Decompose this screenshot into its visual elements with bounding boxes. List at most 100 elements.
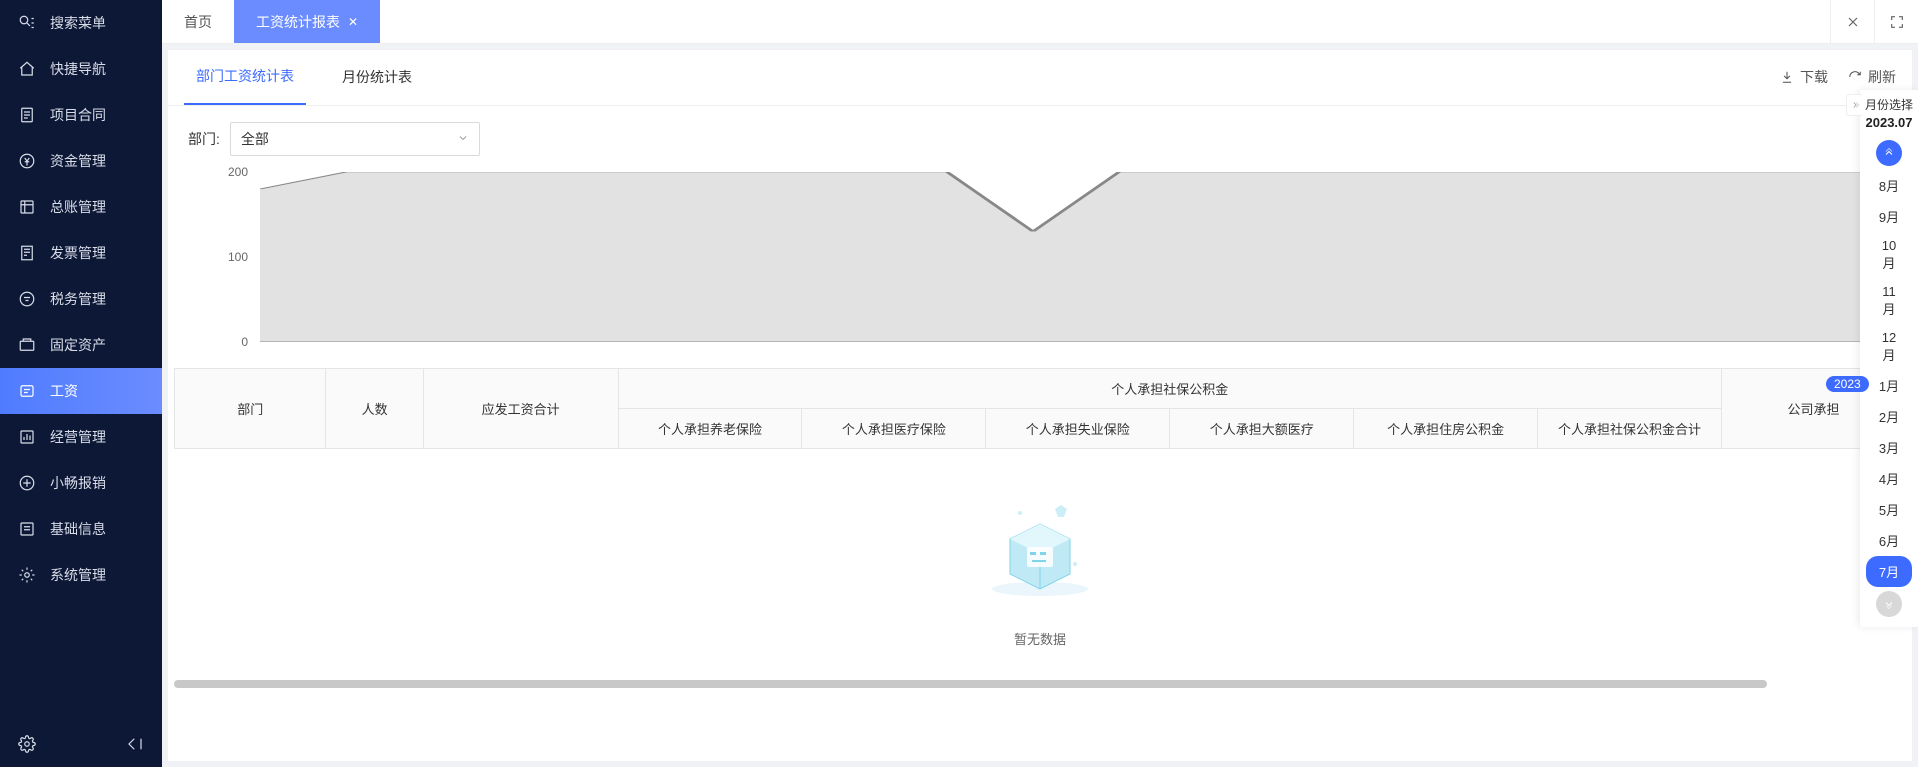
sidebar-item-10[interactable]: 小畅报销 bbox=[0, 460, 162, 506]
dept-select[interactable]: 全部 bbox=[230, 122, 480, 156]
ledger-icon bbox=[18, 198, 36, 216]
sidebar-item-label: 项目合同 bbox=[50, 105, 106, 125]
tabs-bar: 首页 工资统计报表 ✕ bbox=[162, 0, 1918, 44]
dept-select-value: 全部 bbox=[241, 129, 269, 149]
sidebar-item-label: 税务管理 bbox=[50, 289, 106, 309]
table: 部门人数应发工资合计个人承担社保公积金公司承担个人承担养老保险个人承担医疗保险个… bbox=[174, 368, 1906, 449]
close-all-button[interactable] bbox=[1830, 0, 1874, 44]
sidebar-item-2[interactable]: 项目合同 bbox=[0, 92, 162, 138]
home-icon bbox=[18, 60, 36, 78]
system-icon bbox=[18, 566, 36, 584]
month-item[interactable]: 10月 bbox=[1866, 232, 1912, 278]
sub-tabs: 部门工资统计表 月份统计表 下载 刷新 bbox=[168, 50, 1912, 106]
sub-tab-1[interactable]: 月份统计表 bbox=[330, 49, 424, 105]
sidebar-item-4[interactable]: 总账管理 bbox=[0, 184, 162, 230]
chart-ytick: 200 bbox=[188, 165, 248, 179]
table-header: 个人承担失业保险 bbox=[986, 409, 1170, 449]
sidebar-item-label: 固定资产 bbox=[50, 335, 106, 355]
fullscreen-button[interactable] bbox=[1874, 0, 1918, 44]
table-header: 部门 bbox=[175, 369, 326, 449]
month-item[interactable]: 9月 bbox=[1866, 201, 1912, 232]
sidebar-item-label: 资金管理 bbox=[50, 151, 106, 171]
month-scroll-down[interactable] bbox=[1876, 591, 1902, 617]
sub-tab-label: 月份统计表 bbox=[342, 67, 412, 87]
download-label: 下载 bbox=[1800, 67, 1828, 87]
month-panel: 月份选择 2023.07 8月9月10月11月12月20231月2月3月4月5月… bbox=[1860, 90, 1918, 627]
money-icon bbox=[18, 152, 36, 170]
sidebar-item-0[interactable]: 搜索菜单 bbox=[0, 0, 162, 46]
table-header: 个人承担大额医疗 bbox=[1170, 409, 1354, 449]
month-item[interactable]: 2月 bbox=[1866, 401, 1912, 432]
sidebar-item-label: 系统管理 bbox=[50, 565, 106, 585]
tab-1[interactable]: 工资统计报表 ✕ bbox=[234, 0, 380, 43]
month-item[interactable]: 11月 bbox=[1866, 278, 1912, 324]
sub-tab-label: 部门工资统计表 bbox=[196, 66, 294, 86]
sidebar-item-label: 小畅报销 bbox=[50, 473, 106, 493]
search-list-icon bbox=[18, 14, 36, 32]
scrollbar-thumb[interactable] bbox=[174, 680, 1767, 688]
month-item[interactable]: 20231月 bbox=[1866, 370, 1912, 401]
table-header: 个人承担医疗保险 bbox=[802, 409, 986, 449]
sidebar-item-label: 总账管理 bbox=[50, 197, 106, 217]
sub-tab-0[interactable]: 部门工资统计表 bbox=[184, 49, 306, 105]
sidebar-item-8[interactable]: 工资 bbox=[0, 368, 162, 414]
sidebar-item-1[interactable]: 快捷导航 bbox=[0, 46, 162, 92]
refresh-button[interactable]: 刷新 bbox=[1848, 67, 1896, 87]
sidebar-item-3[interactable]: 资金管理 bbox=[0, 138, 162, 184]
invoice-icon bbox=[18, 244, 36, 262]
month-item[interactable]: 6月 bbox=[1866, 525, 1912, 556]
sidebar-item-7[interactable]: 固定资产 bbox=[0, 322, 162, 368]
table-header: 人数 bbox=[326, 369, 423, 449]
table-header: 应发工资合计 bbox=[423, 369, 618, 449]
salary-icon bbox=[18, 382, 36, 400]
tab-0[interactable]: 首页 bbox=[162, 0, 234, 43]
biz-icon bbox=[18, 428, 36, 446]
content-card: 部门工资统计表 月份统计表 下载 刷新 部门: 全部 bbox=[168, 50, 1912, 761]
month-item[interactable]: 12月 bbox=[1866, 324, 1912, 370]
month-panel-date: 2023.07 bbox=[1866, 115, 1913, 136]
sidebar: 搜索菜单快捷导航项目合同资金管理总账管理发票管理税务管理固定资产工资经营管理小畅… bbox=[0, 0, 162, 767]
collapse-icon[interactable] bbox=[126, 735, 144, 756]
table-header: 个人承担社保公积金合计 bbox=[1538, 409, 1722, 449]
sidebar-item-5[interactable]: 发票管理 bbox=[0, 230, 162, 276]
month-item[interactable]: 5月 bbox=[1866, 494, 1912, 525]
chart: 0100200 bbox=[168, 172, 1912, 368]
refresh-label: 刷新 bbox=[1868, 67, 1896, 87]
sidebar-item-label: 搜索菜单 bbox=[50, 13, 106, 33]
gear-icon[interactable] bbox=[18, 735, 36, 756]
chevron-down-icon bbox=[457, 131, 469, 147]
asset-icon bbox=[18, 336, 36, 354]
month-item[interactable]: 7月 bbox=[1866, 556, 1912, 587]
reimburse-icon bbox=[18, 474, 36, 492]
year-badge: 2023 bbox=[1826, 376, 1869, 392]
sidebar-item-12[interactable]: 系统管理 bbox=[0, 552, 162, 598]
download-button[interactable]: 下载 bbox=[1780, 67, 1828, 87]
empty-state: 暂无数据 bbox=[168, 449, 1912, 678]
sidebar-item-label: 基础信息 bbox=[50, 519, 106, 539]
horizontal-scrollbar[interactable] bbox=[174, 678, 1906, 688]
tabs-actions bbox=[1830, 0, 1918, 43]
tab-label: 工资统计报表 bbox=[256, 12, 340, 32]
month-scroll-up[interactable] bbox=[1876, 140, 1902, 166]
dept-label: 部门: bbox=[188, 129, 220, 149]
sidebar-item-label: 经营管理 bbox=[50, 427, 106, 447]
table-header-group: 个人承担社保公积金 bbox=[618, 369, 1721, 409]
tax-icon bbox=[18, 290, 36, 308]
close-icon[interactable]: ✕ bbox=[348, 15, 358, 29]
sidebar-items: 搜索菜单快捷导航项目合同资金管理总账管理发票管理税务管理固定资产工资经营管理小畅… bbox=[0, 0, 162, 723]
month-list: 8月9月10月11月12月20231月2月3月4月5月6月7月 bbox=[1860, 170, 1918, 587]
sidebar-item-6[interactable]: 税务管理 bbox=[0, 276, 162, 322]
month-item[interactable]: 3月 bbox=[1866, 432, 1912, 463]
month-item[interactable]: 8月 bbox=[1866, 170, 1912, 201]
empty-text: 暂无数据 bbox=[1014, 629, 1066, 648]
sidebar-item-label: 快捷导航 bbox=[50, 59, 106, 79]
sidebar-item-11[interactable]: 基础信息 bbox=[0, 506, 162, 552]
sidebar-item-label: 工资 bbox=[50, 381, 78, 401]
empty-icon bbox=[980, 489, 1100, 599]
chart-plot bbox=[260, 172, 1892, 342]
info-icon bbox=[18, 520, 36, 538]
month-item[interactable]: 4月 bbox=[1866, 463, 1912, 494]
sidebar-item-9[interactable]: 经营管理 bbox=[0, 414, 162, 460]
month-panel-title: 月份选择 bbox=[1860, 90, 1918, 115]
filter-row: 部门: 全部 bbox=[168, 106, 1912, 172]
